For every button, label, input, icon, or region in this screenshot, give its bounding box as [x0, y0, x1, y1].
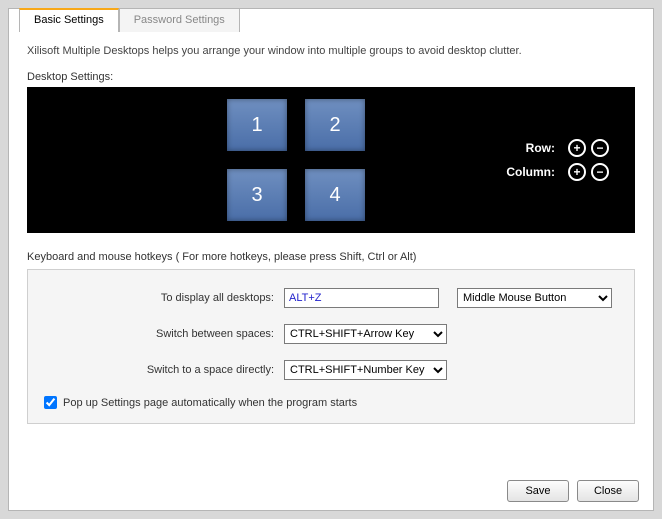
switch-direct-label: Switch to a space directly:	[44, 364, 284, 376]
tab-basic-settings[interactable]: Basic Settings	[19, 8, 119, 32]
popup-on-start-checkbox[interactable]	[44, 396, 57, 409]
desktop-grid: 1 2 3 4	[227, 99, 365, 221]
row-label: Row:	[526, 141, 555, 155]
tab-content: Xilisoft Multiple Desktops helps you arr…	[9, 9, 653, 436]
desktop-settings-label: Desktop Settings:	[27, 71, 635, 83]
intro-text: Xilisoft Multiple Desktops helps you arr…	[27, 45, 635, 57]
column-increase-button[interactable]: +	[568, 163, 586, 181]
desktop-cell-2[interactable]: 2	[305, 99, 365, 151]
column-decrease-button[interactable]: −	[591, 163, 609, 181]
desktop-cell-3[interactable]: 3	[227, 169, 287, 221]
row-increase-button[interactable]: +	[568, 139, 586, 157]
switch-between-label: Switch between spaces:	[44, 328, 284, 340]
hotkeys-section-label: Keyboard and mouse hotkeys ( For more ho…	[27, 251, 635, 263]
column-label: Column:	[506, 165, 555, 179]
desktop-cell-1[interactable]: 1	[227, 99, 287, 151]
display-all-input[interactable]	[284, 288, 439, 308]
desktop-preview: 1 2 3 4 Row: + − Column: + −	[27, 87, 635, 233]
settings-window: Basic Settings Password Settings Xilisof…	[8, 8, 654, 511]
tab-bar: Basic Settings Password Settings	[19, 8, 240, 32]
switch-direct-select[interactable]: CTRL+SHIFT+Number Key	[284, 360, 447, 380]
desktop-cell-4[interactable]: 4	[305, 169, 365, 221]
switch-between-select[interactable]: CTRL+SHIFT+Arrow Key	[284, 324, 447, 344]
tab-password-settings[interactable]: Password Settings	[119, 8, 240, 32]
row-column-controls: Row: + − Column: + −	[506, 133, 609, 187]
popup-on-start-label: Pop up Settings page automatically when …	[63, 397, 357, 409]
save-button[interactable]: Save	[507, 480, 569, 502]
display-all-label: To display all desktops:	[44, 292, 284, 304]
hotkeys-panel: To display all desktops: Middle Mouse Bu…	[27, 269, 635, 424]
dialog-footer: Save Close	[507, 480, 639, 502]
mouse-button-select[interactable]: Middle Mouse Button	[457, 288, 612, 308]
close-button[interactable]: Close	[577, 480, 639, 502]
row-decrease-button[interactable]: −	[591, 139, 609, 157]
